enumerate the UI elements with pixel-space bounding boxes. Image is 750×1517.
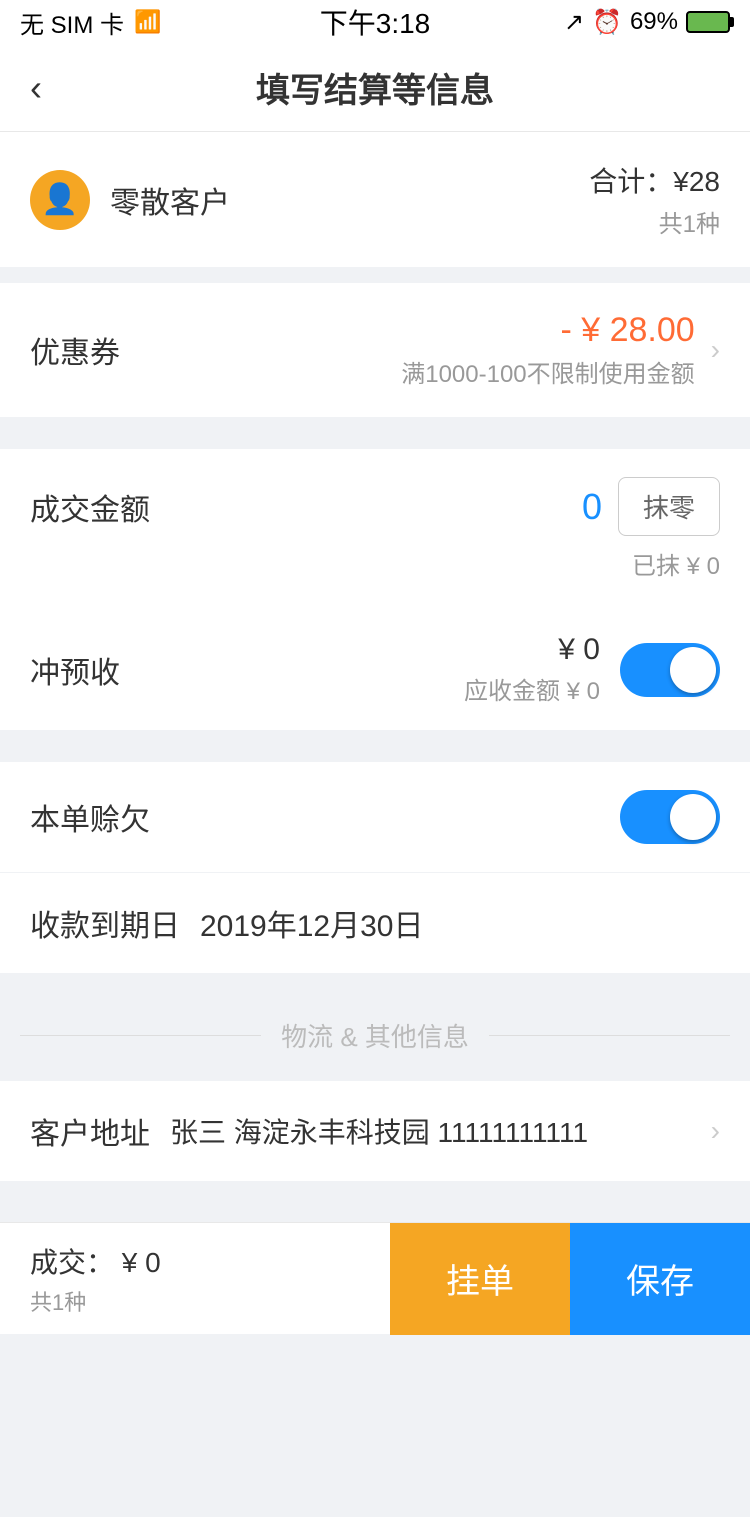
alarm-icon: ⏰ xyxy=(592,8,622,37)
customer-total: 合计：¥28 xyxy=(589,160,720,200)
toggle-knob xyxy=(670,647,716,693)
coupon-label: 优惠券 xyxy=(30,328,120,372)
customer-section: 👤 零散客户 合计：¥28 共1种 xyxy=(0,132,750,267)
divider-2 xyxy=(0,746,750,762)
coupon-discount: - ¥ 28.00 xyxy=(401,311,694,350)
transaction-label: 成交金额 xyxy=(30,485,150,529)
customer-left: 👤 零散客户 xyxy=(30,170,230,230)
due-date-row: 收款到期日 2019年12月30日 xyxy=(0,872,750,973)
address-section: 客户地址 张三 海淀永丰科技园 11111111111 › xyxy=(0,1081,750,1181)
debt-toggle-knob xyxy=(670,794,716,840)
coupon-value-wrap: - ¥ 28.00 满1000-100不限制使用金额 xyxy=(401,311,694,389)
advance-values: ¥ 0 应收金额 ¥ 0 xyxy=(464,633,600,706)
address-row[interactable]: 客户地址 张三 海淀永丰科技园 11111111111 › xyxy=(0,1081,750,1181)
hold-button[interactable]: 挂单 xyxy=(390,1223,570,1335)
divider-4 xyxy=(0,1065,750,1081)
advance-row: 冲预收 ¥ 0 应收金额 ¥ 0 xyxy=(0,609,750,730)
address-value: 张三 海淀永丰科技园 11111111111 xyxy=(170,1111,588,1151)
debt-toggle[interactable] xyxy=(620,790,720,844)
wifi-icon: 📶 xyxy=(134,9,161,35)
status-bar: 无 SIM 卡 📶 下午3:18 ↗ ⏰ 69% xyxy=(0,0,750,44)
save-button[interactable]: 保存 xyxy=(570,1223,750,1335)
coupon-chevron: › xyxy=(711,334,720,366)
address-chevron: › xyxy=(711,1115,720,1147)
nav-bar: ‹ 填写结算等信息 xyxy=(0,44,750,132)
location-icon: ↗ xyxy=(564,8,584,37)
advance-receivable: 应收金额 ¥ 0 xyxy=(464,671,600,706)
bottom-bar: 成交： ¥ 0 共1种 挂单 保存 xyxy=(0,1222,750,1334)
roundoff-button[interactable]: 抹零 xyxy=(618,477,720,536)
coupon-description: 满1000-100不限制使用金额 xyxy=(401,354,694,389)
coupon-right: - ¥ 28.00 满1000-100不限制使用金额 › xyxy=(401,311,720,389)
address-label: 客户地址 xyxy=(30,1109,150,1153)
transaction-sub: 已抹 ¥ 0 xyxy=(0,546,750,609)
divider-3 xyxy=(0,989,750,1005)
transaction-value: 0 xyxy=(582,486,602,528)
status-time: 下午3:18 xyxy=(320,2,431,42)
customer-row: 👤 零散客户 合计：¥28 共1种 xyxy=(0,132,750,267)
no-sim-text: 无 SIM 卡 xyxy=(20,5,124,40)
advance-right: ¥ 0 应收金额 ¥ 0 xyxy=(464,633,720,706)
battery-percent: 69% xyxy=(630,8,678,36)
debt-section: 本单赊欠 收款到期日 2019年12月30日 xyxy=(0,762,750,973)
address-left: 客户地址 张三 海淀永丰科技园 11111111111 xyxy=(30,1109,588,1153)
transaction-right: 0 抹零 xyxy=(582,477,720,536)
transaction-section: 成交金额 0 抹零 已抹 ¥ 0 冲预收 ¥ 0 应收金额 ¥ 0 xyxy=(0,449,750,730)
advance-toggle[interactable] xyxy=(620,643,720,697)
due-date-label: 收款到期日 xyxy=(30,901,180,945)
debt-label: 本单赊欠 xyxy=(30,795,150,839)
due-date-value: 2019年12月30日 xyxy=(200,901,423,945)
bottom-deal: 成交： ¥ 0 xyxy=(30,1241,360,1281)
coupon-section: 优惠券 - ¥ 28.00 满1000-100不限制使用金额 › xyxy=(0,283,750,417)
status-right: ↗ ⏰ 69% xyxy=(564,8,730,37)
back-button[interactable]: ‹ xyxy=(30,67,42,109)
bottom-count: 共1种 xyxy=(30,1285,360,1317)
divider-1 xyxy=(0,433,750,449)
bottom-deal-value: ¥ 0 xyxy=(122,1247,161,1278)
advance-amount: ¥ 0 xyxy=(464,633,600,667)
bottom-info: 成交： ¥ 0 共1种 xyxy=(0,1241,390,1317)
status-left: 无 SIM 卡 📶 xyxy=(20,5,161,40)
logistics-separator: 物流 & 其他信息 xyxy=(0,1005,750,1065)
debt-row: 本单赊欠 xyxy=(0,762,750,872)
advance-label: 冲预收 xyxy=(30,648,120,692)
separator-text: 物流 & 其他信息 xyxy=(281,1017,469,1054)
bottom-deal-label: 成交： xyxy=(30,1247,114,1278)
coupon-row[interactable]: 优惠券 - ¥ 28.00 满1000-100不限制使用金额 › xyxy=(0,283,750,417)
customer-name: 零散客户 xyxy=(110,178,230,222)
customer-right: 合计：¥28 共1种 xyxy=(589,160,720,239)
customer-avatar: 👤 xyxy=(30,170,90,230)
nav-title: 填写结算等信息 xyxy=(256,63,494,112)
battery-icon xyxy=(686,11,730,33)
customer-count: 共1种 xyxy=(589,204,720,239)
transaction-row: 成交金额 0 抹零 xyxy=(0,449,750,546)
